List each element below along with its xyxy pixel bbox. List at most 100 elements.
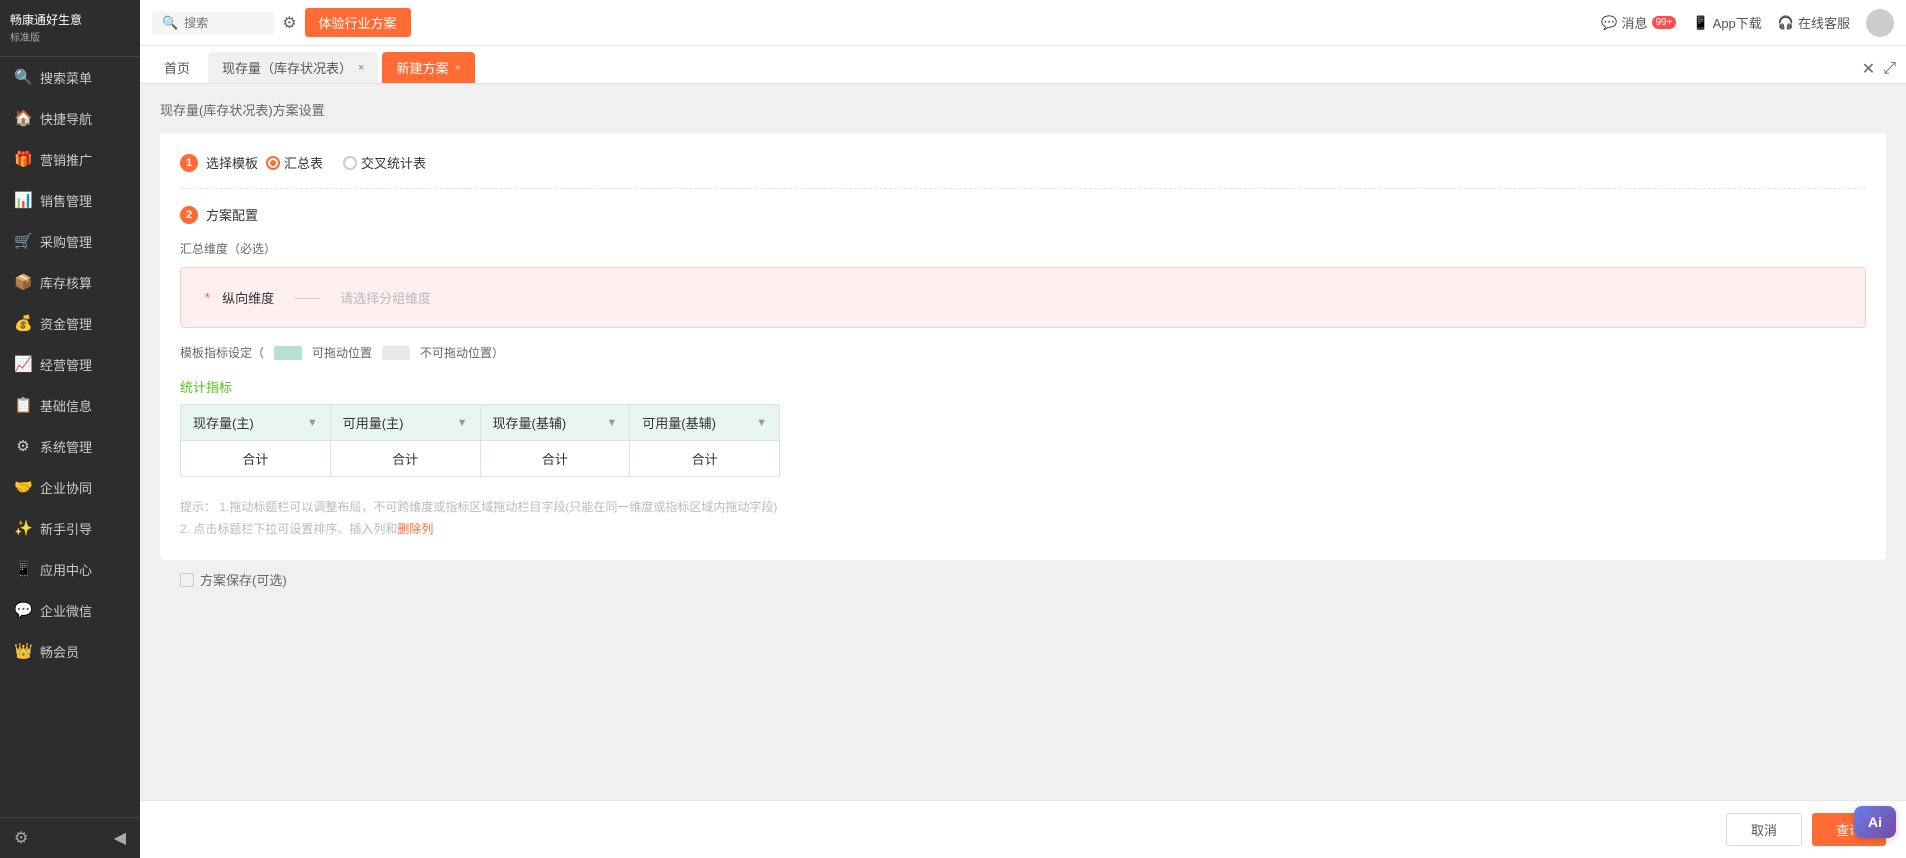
sidebar-icon-operation: 📈: [14, 355, 32, 373]
sidebar-label-marketing: 营销推广: [40, 150, 92, 169]
section1-num: 1: [180, 154, 198, 172]
sidebar-item-wechat[interactable]: 💬企业微信: [0, 590, 140, 631]
service-icon: 🎧: [1778, 15, 1794, 31]
save-checkbox-container[interactable]: 方案保存(可选): [180, 570, 287, 589]
sidebar-label-apps: 应用中心: [40, 560, 92, 579]
stats-section-label: 统计指标: [180, 377, 1866, 396]
topbar-gear-icon[interactable]: ⚙: [282, 13, 296, 33]
sidebar-icon-basic: 📋: [14, 396, 32, 414]
radio-summary[interactable]: 汇总表: [266, 153, 323, 172]
stats-header-col-1[interactable]: 可用量(主)▼: [331, 405, 481, 440]
tab-inventory[interactable]: 现存量（库存状况表） ×: [208, 52, 378, 83]
sidebar-item-contract[interactable]: 🤝企业协同: [0, 467, 140, 508]
sidebar-icon-guide: ✨: [14, 519, 32, 537]
content-area: 现存量(库存状况表)方案设置 1 选择模板 汇总表 交叉统计表: [140, 84, 1906, 800]
stats-col-label-3: 可用量(基辅): [642, 413, 716, 432]
sidebar-item-basic[interactable]: 📋基础信息: [0, 385, 140, 426]
download-icon: 📱: [1692, 15, 1708, 31]
app-download-label: App下载: [1713, 13, 1762, 32]
sidebar-item-marketing[interactable]: 🎁 营销推广: [0, 139, 140, 180]
radio-cross-label: 交叉统计表: [361, 153, 426, 172]
app-download-button[interactable]: 📱 App下载: [1692, 13, 1761, 32]
collapse-icon[interactable]: ◀: [114, 828, 126, 848]
sidebar-icon-contract: 🤝: [14, 478, 32, 496]
immovable-label: 不可拖动位置）: [420, 344, 504, 361]
save-checkbox[interactable]: [180, 573, 194, 587]
app-logo: 畅康通好生意 标准版: [0, 0, 140, 57]
sidebar-icon-purchase: 🛒: [14, 232, 32, 250]
tab-home[interactable]: 首页: [150, 52, 204, 83]
stats-header-col-3[interactable]: 可用量(基辅)▼: [630, 405, 779, 440]
tab-inventory-close[interactable]: ×: [358, 62, 364, 74]
section2-title: 方案配置: [206, 205, 258, 224]
sidebar-icon-sales: 📊: [14, 191, 32, 209]
radio-summary-label: 汇总表: [284, 153, 323, 172]
topbar-left: 🔍 ⚙ 体验行业方案: [152, 8, 1591, 37]
sidebar-icon-marketing: 🎁: [14, 150, 32, 168]
cancel-button[interactable]: 取消: [1726, 813, 1802, 846]
sidebar-item-stock[interactable]: 📦库存核算: [0, 262, 140, 303]
sidebar-label-shortcut: 快捷导航: [40, 109, 92, 128]
sidebar-item-sales[interactable]: 📊销售管理: [0, 180, 140, 221]
sidebar-label-search: 搜索菜单: [40, 68, 92, 87]
sidebar-item-guide[interactable]: ✨ 新手引导: [0, 508, 140, 549]
expand-window-icon[interactable]: ⤢: [1883, 60, 1896, 78]
required-star: *: [205, 290, 210, 305]
topbar: 🔍 ⚙ 体验行业方案 💬 消息 99+ 📱 App下载 🎧 在线客服: [140, 0, 1906, 46]
stats-body-col-1: 合计: [331, 441, 481, 476]
sidebar-item-apps[interactable]: 📱应用中心: [0, 549, 140, 590]
radio-summary-dot: [270, 160, 276, 166]
stats-header-col-2[interactable]: 现存量(基辅)▼: [481, 405, 631, 440]
sidebar-nav: 🔍搜索菜单 🏠 快捷导航 🎁 营销推广 📊销售管理🛒采购管理📦库存核算💰资金管理 📈 经营管理…: [0, 57, 140, 817]
stats-header-col-0[interactable]: 现存量(主)▼: [181, 405, 331, 440]
tips-section: 提示： 1.拖动标题栏可以调整布局，不可跨维度或指标区域拖动栏目字段(只能在同一…: [180, 497, 1866, 540]
sidebar-icon-shortcut: 🏠: [14, 109, 32, 127]
sidebar-item-finance[interactable]: 💰资金管理: [0, 303, 140, 344]
sidebar-label-operation: 经营管理: [40, 355, 92, 374]
sidebar-label-system: 系统管理: [40, 437, 92, 456]
topbar-search-box: 🔍: [152, 11, 274, 35]
message-icon: 💬: [1601, 15, 1617, 31]
immovable-indicator-box: [382, 346, 410, 360]
stats-col-label-0: 现存量(主): [193, 413, 254, 432]
sidebar-icon-stock: 📦: [14, 273, 32, 291]
stats-table-body: 合计合计合计合计: [181, 440, 779, 476]
stats-body-col-0: 合计: [181, 441, 331, 476]
app-name: 畅康通好生意: [10, 12, 130, 29]
radio-cross[interactable]: 交叉统计表: [343, 153, 426, 172]
stats-body-col-3: 合计: [630, 441, 779, 476]
ai-button[interactable]: Ai: [1854, 806, 1896, 838]
settings-icon[interactable]: ⚙: [14, 828, 28, 848]
sidebar-item-member[interactable]: 👑畅会员: [0, 631, 140, 672]
search-input[interactable]: [184, 16, 264, 30]
sidebar-label-member: 畅会员: [40, 642, 79, 661]
message-button[interactable]: 💬 消息 99+: [1601, 13, 1676, 32]
page-title: 现存量(库存状况表)方案设置: [160, 100, 1886, 119]
indicator-label: 模板指标设定（: [180, 344, 264, 361]
user-avatar[interactable]: [1866, 9, 1894, 37]
sidebar-label-guide: 新手引导: [40, 519, 92, 538]
sidebar-item-operation[interactable]: 📈 经营管理: [0, 344, 140, 385]
stats-table: 现存量(主)▼可用量(主)▼现存量(基辅)▼可用量(基辅)▼ 合计合计合计合计: [180, 404, 780, 477]
tab-new-plan[interactable]: 新建方案 ×: [382, 52, 474, 83]
sidebar-item-search[interactable]: 🔍搜索菜单: [0, 57, 140, 98]
dimension-zone[interactable]: * 纵向维度 —— 请选择分组维度: [180, 267, 1866, 328]
sidebar-item-system[interactable]: ⚙系统管理: [0, 426, 140, 467]
dim-dash: ——: [294, 290, 320, 305]
sidebar-item-purchase[interactable]: 🛒采购管理: [0, 221, 140, 262]
topbar-right: 💬 消息 99+ 📱 App下载 🎧 在线客服: [1601, 9, 1894, 37]
indicator-row: 模板指标设定（ 可拖动位置 不可拖动位置）: [180, 344, 1866, 361]
tab-inventory-label: 现存量（库存状况表）: [222, 58, 352, 77]
action-bar: 取消 查询: [140, 800, 1906, 858]
sidebar-item-shortcut[interactable]: 🏠 快捷导航: [0, 98, 140, 139]
content-footer: 方案保存(可选): [160, 560, 1886, 599]
message-badge: 99+: [1652, 16, 1677, 29]
plan-card: 1 选择模板 汇总表 交叉统计表: [160, 133, 1886, 560]
sidebar-footer: ⚙ ◀: [0, 817, 140, 858]
main-area: 🔍 ⚙ 体验行业方案 💬 消息 99+ 📱 App下载 🎧 在线客服: [140, 0, 1906, 858]
close-window-icon[interactable]: ✕: [1862, 59, 1875, 79]
trial-button[interactable]: 体验行业方案: [305, 8, 411, 37]
section2-num: 2: [180, 206, 198, 224]
online-service-button[interactable]: 🎧 在线客服: [1778, 13, 1850, 32]
tab-new-plan-close[interactable]: ×: [454, 62, 460, 74]
